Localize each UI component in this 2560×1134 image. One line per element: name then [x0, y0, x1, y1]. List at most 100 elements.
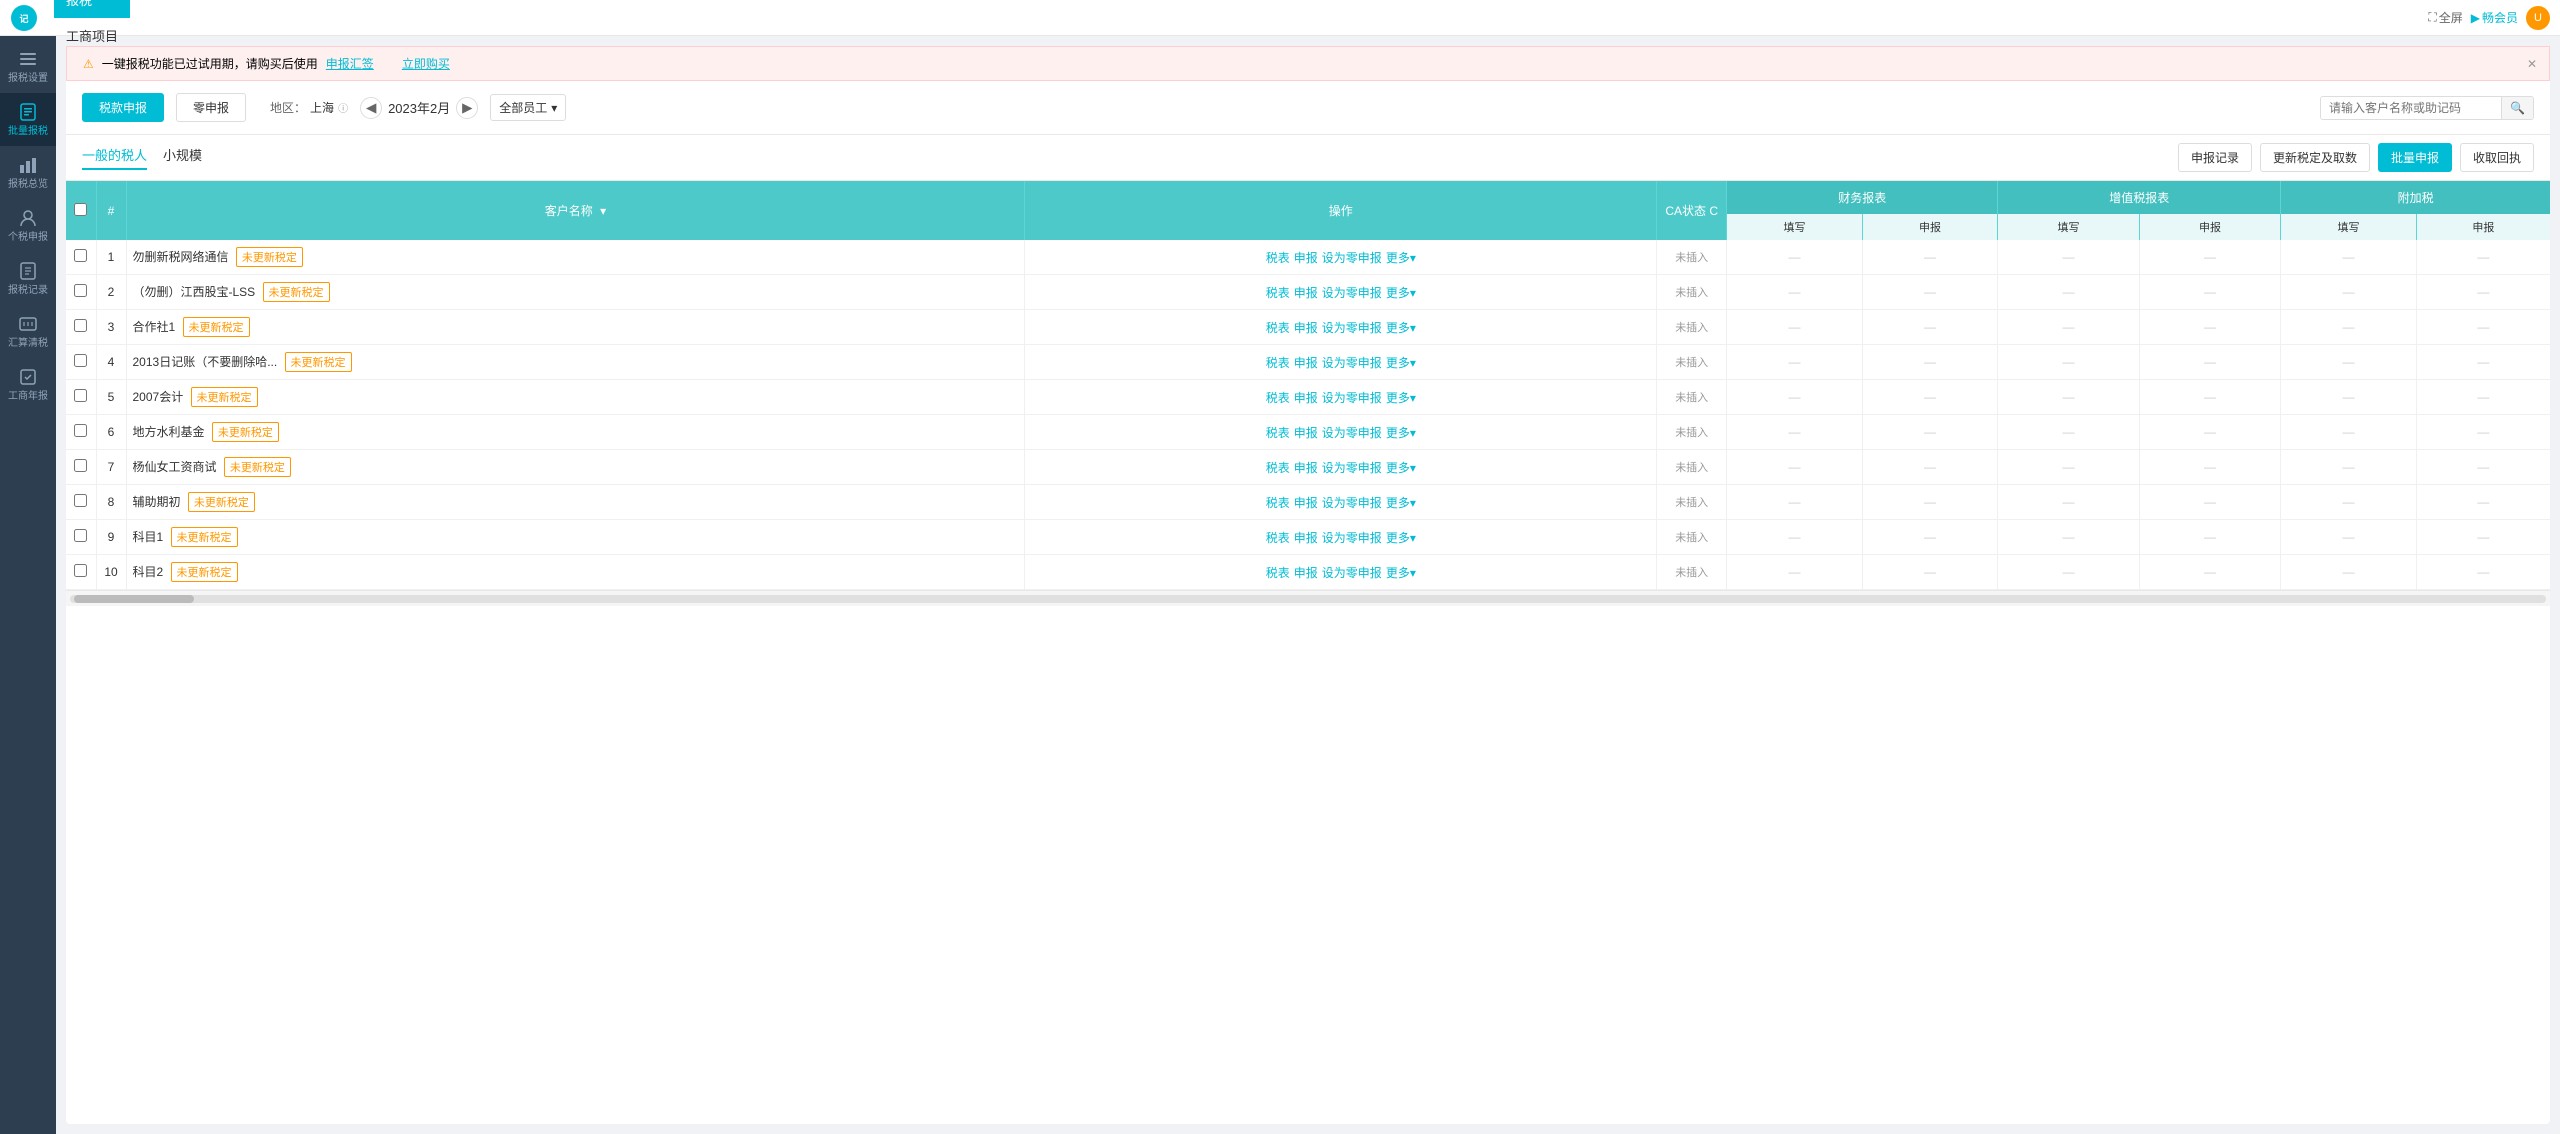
banner-link2[interactable]: 立即购买: [402, 55, 450, 72]
tax-table-link-8[interactable]: 税表: [1266, 494, 1290, 511]
ops-3: 税表 申报 设为零申报 更多▾: [1031, 319, 1650, 336]
row-checkbox-4[interactable]: [74, 354, 87, 367]
sidebar-item-gongshangnianbao[interactable]: 工商年报: [0, 358, 56, 411]
row-checkbox-3[interactable]: [74, 319, 87, 332]
more-link-7[interactable]: 更多▾: [1386, 459, 1416, 476]
banner-close-button[interactable]: ✕: [2527, 57, 2537, 71]
row-checkbox-9[interactable]: [74, 529, 87, 542]
tax-table-link-3[interactable]: 税表: [1266, 319, 1290, 336]
update-data-button[interactable]: 更新税定及取数: [2260, 143, 2370, 172]
nav-tax[interactable]: 报税: [54, 0, 130, 18]
sidebar-item-baoshuizonglan[interactable]: 报税总览: [0, 146, 56, 199]
declare-link-10[interactable]: 申报: [1294, 564, 1318, 581]
sub-tab-general[interactable]: 一般的税人: [82, 145, 147, 170]
top-nav-right: ⛶ 全屏 ▶ 畅会员 U: [2428, 6, 2550, 30]
declare-link-1[interactable]: 申报: [1294, 249, 1318, 266]
fullscreen-button[interactable]: ⛶ 全屏: [2428, 9, 2462, 26]
tax-table-link-6[interactable]: 税表: [1266, 424, 1290, 441]
zero-link-3[interactable]: 设为零申报: [1322, 319, 1382, 336]
more-link-6[interactable]: 更多▾: [1386, 424, 1416, 441]
declare-link-3[interactable]: 申报: [1294, 319, 1318, 336]
scroll-thumb[interactable]: [74, 595, 194, 603]
banner-link1[interactable]: 申报汇签: [326, 55, 374, 72]
declare-link-7[interactable]: 申报: [1294, 459, 1318, 476]
tax-table-link-9[interactable]: 税表: [1266, 529, 1290, 546]
more-link-4[interactable]: 更多▾: [1386, 354, 1416, 371]
declare-link-5[interactable]: 申报: [1294, 389, 1318, 406]
zero-link-8[interactable]: 设为零申报: [1322, 494, 1382, 511]
sidebar-item-geshebaoshu[interactable]: 个税申报: [0, 199, 56, 252]
row-checkbox-8[interactable]: [74, 494, 87, 507]
zero-link-9[interactable]: 设为零申报: [1322, 529, 1382, 546]
declare-record-button[interactable]: 申报记录: [2178, 143, 2252, 172]
status-badge-3: 未更新税定: [183, 317, 250, 337]
declare-link-8[interactable]: 申报: [1294, 494, 1318, 511]
tab-tax-declaration[interactable]: 税款申报: [82, 93, 164, 122]
sidebar-item-baoshuishezhi[interactable]: 报税设置: [0, 40, 56, 93]
tax-table-link-5[interactable]: 税表: [1266, 389, 1290, 406]
row-checkbox-10[interactable]: [74, 564, 87, 577]
select-all-checkbox[interactable]: [74, 203, 87, 216]
sidebar: 报税设置 批量报税 报税总览 个税申报 报税记录: [0, 36, 56, 1134]
tax-table-link-1[interactable]: 税表: [1266, 249, 1290, 266]
client-name-3: 合作社1: [133, 320, 176, 334]
declare-link-2[interactable]: 申报: [1294, 284, 1318, 301]
dept-select[interactable]: 全部员工 ▾: [490, 94, 566, 121]
banner-separator: [382, 55, 394, 72]
batch-declare-button[interactable]: 批量申报: [2378, 143, 2452, 172]
tax-table-link-7[interactable]: 税表: [1266, 459, 1290, 476]
more-link-1[interactable]: 更多▾: [1386, 249, 1416, 266]
more-link-8[interactable]: 更多▾: [1386, 494, 1416, 511]
row-checkbox-7[interactable]: [74, 459, 87, 472]
more-link-2[interactable]: 更多▾: [1386, 284, 1416, 301]
declare-link-6[interactable]: 申报: [1294, 424, 1318, 441]
row-checkbox-6[interactable]: [74, 424, 87, 437]
zero-link-7[interactable]: 设为零申报: [1322, 459, 1382, 476]
status-badge-8: 未更新税定: [188, 492, 255, 512]
sidebar-label-geshebaoshu: 个税申报: [8, 232, 48, 244]
search-input[interactable]: [2321, 97, 2501, 119]
tab-zero-declaration[interactable]: 零申报: [176, 93, 246, 122]
zero-link-1[interactable]: 设为零申报: [1322, 249, 1382, 266]
zero-link-4[interactable]: 设为零申报: [1322, 354, 1382, 371]
search-button[interactable]: 🔍: [2501, 97, 2533, 119]
ops-1: 税表 申报 设为零申报 更多▾: [1031, 249, 1650, 266]
next-date-button[interactable]: ▶: [456, 97, 478, 119]
tax-table-link-10[interactable]: 税表: [1266, 564, 1290, 581]
sidebar-item-baoshuijilu[interactable]: 报税记录: [0, 252, 56, 305]
zero-link-2[interactable]: 设为零申报: [1322, 284, 1382, 301]
client-name-9: 科目1: [133, 530, 164, 544]
th-fill3: 填写: [2281, 214, 2417, 240]
sort-icon[interactable]: ▾: [600, 204, 606, 218]
horizontal-scrollbar[interactable]: [66, 590, 2550, 606]
declare-link-9[interactable]: 申报: [1294, 529, 1318, 546]
more-link-3[interactable]: 更多▾: [1386, 319, 1416, 336]
member-button[interactable]: ▶ 畅会员: [2471, 9, 2518, 26]
th-finance-report: 财务报表: [1727, 181, 1998, 214]
more-link-9[interactable]: 更多▾: [1386, 529, 1416, 546]
row-checkbox-2[interactable]: [74, 284, 87, 297]
zero-link-6[interactable]: 设为零申报: [1322, 424, 1382, 441]
status-badge-9: 未更新税定: [171, 527, 238, 547]
avatar[interactable]: U: [2526, 6, 2550, 30]
client-name-10: 科目2: [133, 565, 164, 579]
zero-link-5[interactable]: 设为零申报: [1322, 389, 1382, 406]
row-checkbox-5[interactable]: [74, 389, 87, 402]
tax-table-link-4[interactable]: 税表: [1266, 354, 1290, 371]
table-row: 1 勿删新税网络通信 未更新税定 税表 申报 设为零申报 更多▾: [66, 240, 2550, 275]
status-badge-5: 未更新税定: [191, 387, 258, 407]
collect-receipt-button[interactable]: 收取回执: [2460, 143, 2534, 172]
sidebar-item-huisuanqingshui[interactable]: 汇算清税: [0, 305, 56, 358]
table-row: 6 地方水利基金 未更新税定 税表 申报 设为零申报 更多▾: [66, 415, 2550, 450]
row-checkbox-1[interactable]: [74, 249, 87, 262]
sub-tab-small[interactable]: 小规模: [163, 145, 202, 170]
more-link-10[interactable]: 更多▾: [1386, 564, 1416, 581]
sidebar-item-piliangbaoshu[interactable]: 批量报税: [0, 93, 56, 146]
info-icon[interactable]: ⓘ: [338, 100, 348, 115]
more-link-5[interactable]: 更多▾: [1386, 389, 1416, 406]
prev-date-button[interactable]: ◀: [360, 97, 382, 119]
declare-link-4[interactable]: 申报: [1294, 354, 1318, 371]
tax-table-link-2[interactable]: 税表: [1266, 284, 1290, 301]
th-ca-status: CA状态 C: [1657, 181, 1727, 240]
zero-link-10[interactable]: 设为零申报: [1322, 564, 1382, 581]
